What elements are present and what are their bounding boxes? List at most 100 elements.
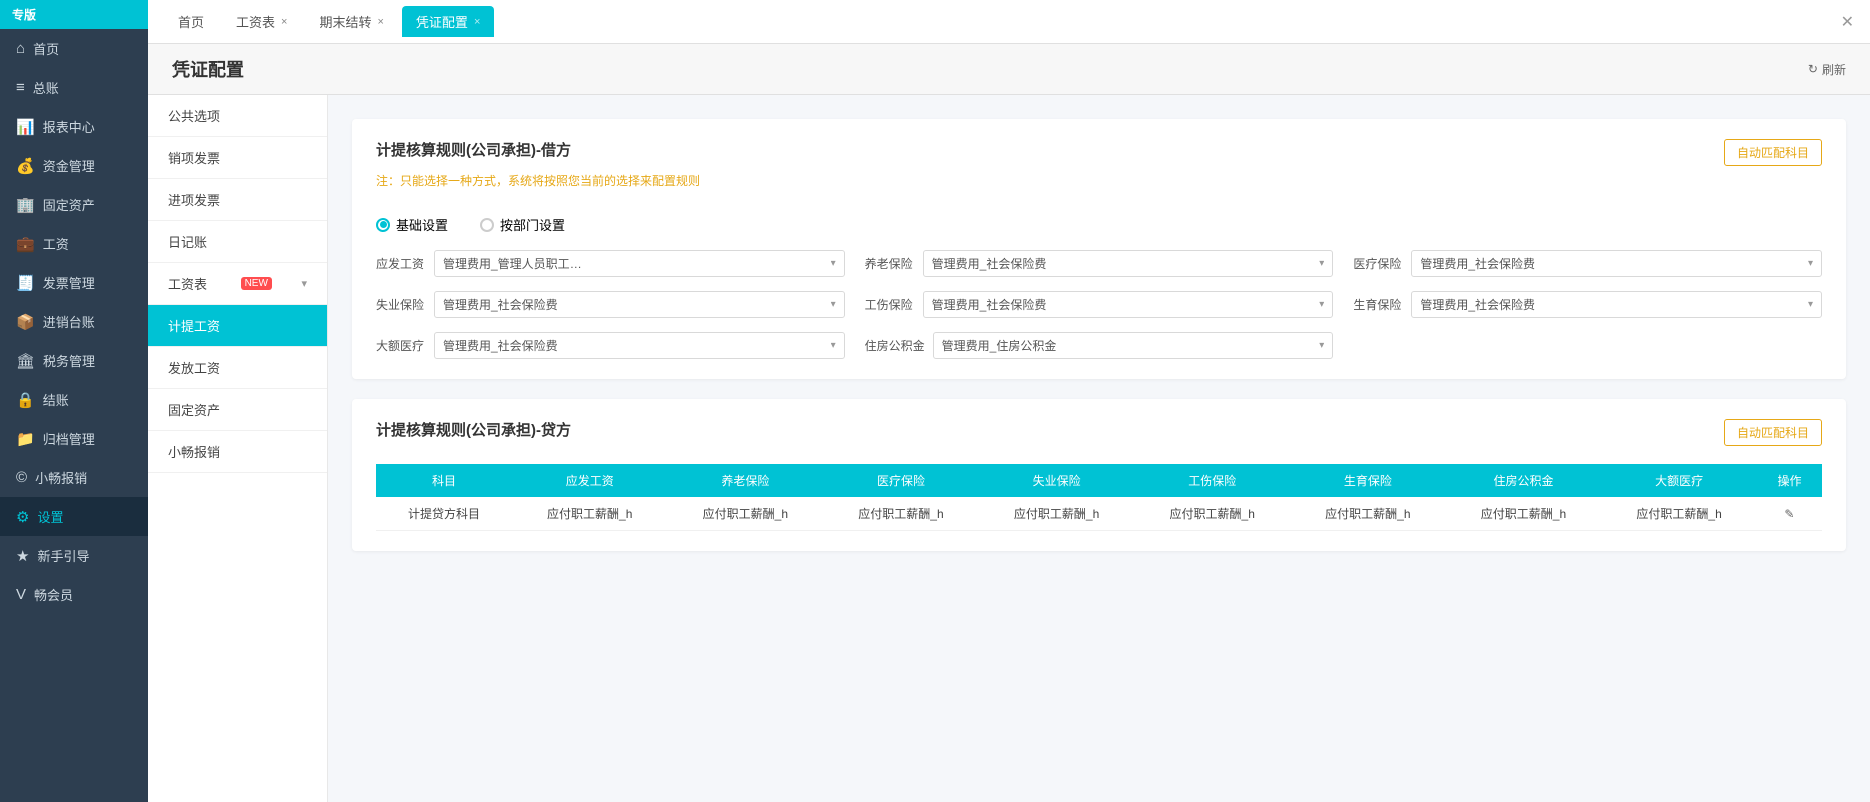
left-nav-purchase-invoice[interactable]: 进项发票	[148, 179, 327, 221]
cell-housing-fund: 应付职工薪酬_h	[1446, 497, 1602, 531]
sidebar-item-label: 归档管理	[43, 429, 95, 448]
left-nav-pay-salary[interactable]: 发放工资	[148, 347, 327, 389]
form-select-medical[interactable]: 管理费用_社会保险费 ▾	[1411, 250, 1822, 277]
invoice-icon: 🧾	[16, 274, 35, 292]
form-select-housing-fund-value: 管理费用_住房公积金	[942, 337, 1057, 354]
new-badge: NEW	[241, 277, 272, 290]
debit-section-titles: 计提核算规则(公司承担)-借方 注：只能选择一种方式，系统将按照您当前的选择来配…	[376, 139, 700, 203]
sidebar-item-invoice[interactable]: 🧾 发票管理	[0, 263, 148, 302]
form-label-unemployment: 失业保险	[376, 296, 426, 313]
sidebar: 专版 ⌂ 首页 ≡ 总账 📊 报表中心 💰 资金管理 🏢 固定资产 💼 工资 🧾…	[0, 0, 148, 802]
tab-payroll[interactable]: 工资表 ×	[222, 6, 301, 37]
sidebar-item-label: 设置	[37, 507, 63, 526]
form-select-pension[interactable]: 管理费用_社会保险费 ▾	[923, 250, 1334, 277]
edit-icon[interactable]: ✎	[1784, 507, 1794, 521]
cell-pension: 应付职工薪酬_h	[668, 497, 824, 531]
tab-home[interactable]: 首页	[164, 6, 218, 37]
form-label-maternity: 生育保险	[1353, 296, 1403, 313]
sidebar-item-tax[interactable]: 🏛 税务管理	[0, 341, 148, 380]
left-nav-sales-invoice[interactable]: 销项发票	[148, 137, 327, 179]
form-select-medical-value: 管理费用_社会保险费	[1420, 255, 1535, 272]
credit-table: 科目 应发工资 养老保险 医疗保险 失业保险 工伤保险 生育保险 住房公积金 大…	[376, 464, 1822, 531]
tab-period-close-close[interactable]: ×	[377, 16, 383, 28]
sidebar-item-stock[interactable]: 📦 进销台账	[0, 302, 148, 341]
left-nav-journal[interactable]: 日记账	[148, 221, 327, 263]
form-select-major-medical[interactable]: 管理费用_社会保险费 ▾	[434, 332, 845, 359]
sidebar-item-member[interactable]: V 畅会员	[0, 575, 148, 614]
credit-section-title: 计提核算规则(公司承担)-贷方	[376, 419, 571, 440]
sidebar-item-guide[interactable]: ★ 新手引导	[0, 536, 148, 575]
sidebar-item-label: 报表中心	[43, 117, 95, 136]
sidebar-item-home[interactable]: ⌂ 首页	[0, 29, 148, 68]
dropdown-arrow-salary: ▾	[831, 258, 836, 269]
sidebar-item-label: 新手引导	[37, 546, 89, 565]
refresh-button[interactable]: ↻ 刷新	[1808, 61, 1846, 78]
form-select-work-injury-value: 管理费用_社会保险费	[932, 296, 1047, 313]
form-label-major-medical: 大额医疗	[376, 337, 426, 354]
radio-basic[interactable]: 基础设置	[376, 215, 448, 234]
radio-dept[interactable]: 按部门设置	[480, 215, 565, 234]
sidebar-item-salary[interactable]: 💼 工资	[0, 224, 148, 263]
tab-voucher-config-close[interactable]: ×	[474, 16, 480, 28]
left-nav-public[interactable]: 公共选项	[148, 95, 327, 137]
tab-payroll-label: 工资表	[236, 12, 275, 31]
left-nav-payroll-table[interactable]: 工资表 NEW ▾	[148, 263, 327, 305]
tab-period-close[interactable]: 期末结转 ×	[305, 6, 397, 37]
tab-payroll-close[interactable]: ×	[281, 16, 287, 28]
form-select-housing-fund[interactable]: 管理费用_住房公积金 ▾	[933, 332, 1334, 359]
form-row-major-medical: 大额医疗 管理费用_社会保险费 ▾	[376, 332, 845, 359]
sidebar-item-funds[interactable]: 💰 资金管理	[0, 146, 148, 185]
form-select-maternity-value: 管理费用_社会保险费	[1420, 296, 1535, 313]
sidebar-item-label: 进销台账	[43, 312, 95, 331]
left-nav-fixed-assets[interactable]: 固定资产	[148, 389, 327, 431]
credit-auto-match-button[interactable]: 自动匹配科目	[1724, 419, 1822, 446]
guide-icon: ★	[16, 547, 29, 565]
sidebar-item-ledger[interactable]: ≡ 总账	[0, 68, 148, 107]
radio-dept-circle	[480, 218, 494, 232]
dropdown-arrow-major-medical: ▾	[831, 340, 836, 351]
form-row-medical: 医疗保险 管理费用_社会保险费 ▾	[1353, 250, 1822, 277]
form-row-maternity: 生育保险 管理费用_社会保险费 ▾	[1353, 291, 1822, 318]
tab-voucher-config-label: 凭证配置	[416, 12, 468, 31]
form-select-work-injury[interactable]: 管理费用_社会保险费 ▾	[923, 291, 1334, 318]
col-major-medical: 大额医疗	[1601, 464, 1757, 497]
col-medical: 医疗保险	[823, 464, 979, 497]
left-nav: 公共选项 销项发票 进项发票 日记账 工资表 NEW ▾ 计提工资 发放工资	[148, 95, 328, 802]
form-select-unemployment[interactable]: 管理费用_社会保险费 ▾	[434, 291, 845, 318]
chevron-down-icon: ▾	[301, 277, 307, 290]
sidebar-item-xiaochang[interactable]: © 小畅报销	[0, 458, 148, 497]
dropdown-arrow-housing-fund: ▾	[1319, 340, 1324, 351]
sidebar-item-label: 畅会员	[34, 585, 73, 604]
col-housing-fund: 住房公积金	[1446, 464, 1602, 497]
form-label-housing-fund: 住房公积金	[865, 337, 925, 354]
debit-auto-match-button[interactable]: 自动匹配科目	[1724, 139, 1822, 166]
sidebar-item-label: 固定资产	[43, 195, 95, 214]
form-label-medical: 医疗保险	[1353, 255, 1403, 272]
form-select-salary[interactable]: 管理费用_管理人员职工薪酬 ▾	[434, 250, 845, 277]
col-unemployment: 失业保险	[979, 464, 1135, 497]
settings-icon: ⚙	[16, 508, 29, 526]
col-action: 操作	[1757, 464, 1822, 497]
main-content: 计提核算规则(公司承担)-借方 注：只能选择一种方式，系统将按照您当前的选择来配…	[328, 95, 1870, 802]
left-nav-calc-salary[interactable]: 计提工资	[148, 305, 327, 347]
form-label-pension: 养老保险	[865, 255, 915, 272]
sidebar-item-assets[interactable]: 🏢 固定资产	[0, 185, 148, 224]
form-label-work-injury: 工伤保险	[865, 296, 915, 313]
left-nav-sales-invoice-label: 销项发票	[168, 148, 220, 167]
cell-action[interactable]: ✎	[1757, 497, 1822, 531]
sidebar-item-label: 总账	[33, 78, 59, 97]
form-select-maternity[interactable]: 管理费用_社会保险费 ▾	[1411, 291, 1822, 318]
cell-unemployment: 应付职工薪酬_h	[979, 497, 1135, 531]
sidebar-item-archive[interactable]: 📁 归档管理	[0, 419, 148, 458]
left-nav-expense-report[interactable]: 小畅报销	[148, 431, 327, 473]
sidebar-item-reports[interactable]: 📊 报表中心	[0, 107, 148, 146]
refresh-label: 刷新	[1822, 61, 1846, 78]
tab-voucher-config[interactable]: 凭证配置 ×	[402, 6, 494, 37]
sidebar-item-close[interactable]: 🔒 结账	[0, 380, 148, 419]
close-main-button[interactable]: ✕	[1841, 12, 1854, 32]
stock-icon: 📦	[16, 313, 35, 331]
sidebar-item-settings[interactable]: ⚙ 设置	[0, 497, 148, 536]
cell-salary: 应付职工薪酬_h	[512, 497, 668, 531]
cell-subject: 计提贷方科目	[376, 497, 512, 531]
form-row-housing-fund: 住房公积金 管理费用_住房公积金 ▾	[865, 332, 1334, 359]
